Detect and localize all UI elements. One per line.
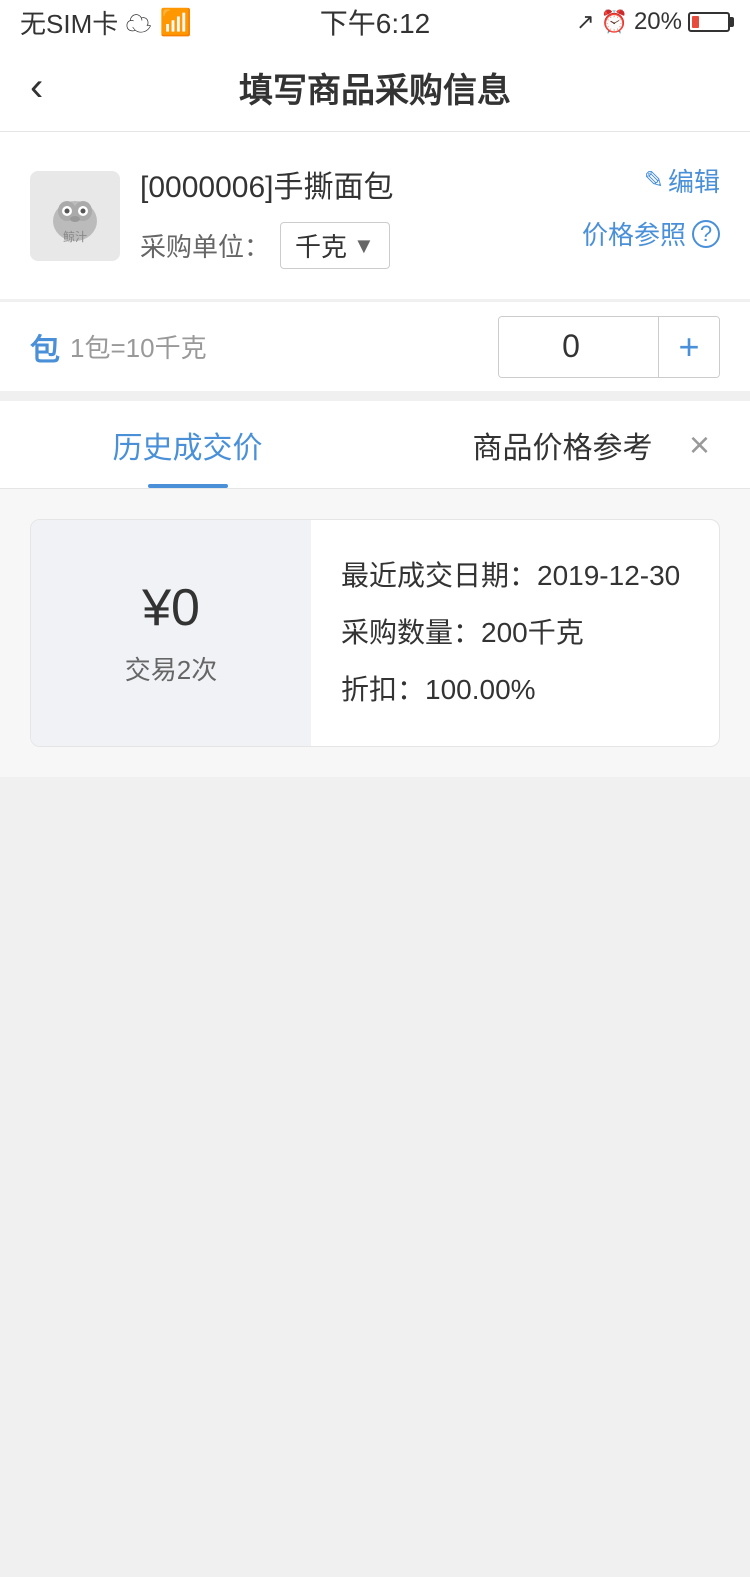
tab-price-reference-label: 商品价格参考 [473,423,653,467]
battery-icon [688,12,730,32]
status-bar-time: 下午6:12 [320,2,431,42]
price-reference-button[interactable]: 价格参照 ? [582,215,720,252]
tab-close-button[interactable]: × [679,414,720,476]
tab-active-indicator [148,484,228,488]
edit-icon: ✎ [644,166,664,195]
unit-label: 采购单位： [140,227,270,264]
date-label: 最近成交日期： [341,560,537,591]
price-value: 0 [171,579,200,637]
product-card: 鲸汁 [0000006]手撕面包 采购单位： 千克 ▼ ✎ 编辑 [0,132,750,299]
qty-label: 采购数量： [341,617,481,648]
bag-conversion-text: 1包=10千克 [70,328,207,365]
battery-percent: 20% [634,8,682,36]
status-bar: 无SIM卡 ☁ 📶 下午6:12 ↗ ⏰ 20% [0,0,750,44]
discount-label: 折扣： [341,674,425,705]
quantity-input[interactable] [499,317,659,377]
tab-history-price[interactable]: 历史成交价 [0,401,375,488]
date-value: 2019-12-30 [537,560,680,591]
price-card: ¥0 交易2次 最近成交日期：2019-12-30 采购数量：200千克 折扣：… [30,519,720,747]
product-name: [0000006]手撕面包 [140,162,393,206]
product-thumbnail: 鲸汁 [30,171,120,261]
purchase-qty-row: 采购数量：200千克 [341,613,689,652]
product-left: 鲸汁 [0000006]手撕面包 采购单位： 千克 ▼ [30,162,393,269]
quantity-section: 包 1包=10千克 + [0,301,750,391]
alarm-icon: ⏰ [601,9,628,35]
tabs-header: 历史成交价 商品价格参考 × [0,401,750,489]
qty-value: 200千克 [481,617,584,648]
back-button[interactable]: ‹ [20,55,53,120]
main-background [0,777,750,1577]
unit-value: 千克 [295,227,347,264]
product-logo-icon: 鲸汁 [40,181,110,251]
product-top-row: 鲸汁 [0000006]手撕面包 采购单位： 千克 ▼ ✎ 编辑 [30,162,720,269]
edit-button[interactable]: ✎ 编辑 [644,162,720,199]
svg-text:鲸汁: 鲸汁 [63,229,87,244]
tab-history-price-label: 历史成交价 [113,423,263,467]
price-card-right: 最近成交日期：2019-12-30 采购数量：200千克 折扣：100.00% [311,520,719,746]
product-info: [0000006]手撕面包 采购单位： 千克 ▼ [140,162,393,269]
history-price-content: ¥0 交易2次 最近成交日期：2019-12-30 采购数量：200千克 折扣：… [0,489,750,777]
product-unit-row: 采购单位： 千克 ▼ [140,222,393,269]
discount-value: 100.00% [425,674,536,705]
help-icon: ? [692,220,720,248]
wifi-icon: 📶 [159,7,191,38]
quantity-controls: + [498,316,720,378]
quantity-plus-button[interactable]: + [659,317,719,377]
unit-select-button[interactable]: 千克 ▼ [280,222,390,269]
discount-row: 折扣：100.00% [341,670,689,709]
tabs-section: 历史成交价 商品价格参考 × ¥0 交易2次 最近成交日期：2019-12-30… [0,401,750,777]
currency-symbol: ¥ [142,579,171,637]
price-card-left: ¥0 交易2次 [31,520,311,746]
location-icon: ↗ [576,9,594,35]
carrier-text: 无SIM卡 ☁ [20,4,151,41]
transaction-date-row: 最近成交日期：2019-12-30 [341,556,689,595]
price-amount: ¥0 [142,578,200,638]
status-bar-left: 无SIM卡 ☁ 📶 [20,4,192,41]
unit-dropdown-icon: ▼ [353,233,375,259]
price-ref-label: 价格参照 [582,215,686,252]
edit-label: 编辑 [668,162,720,199]
bag-unit-label: 包 [30,325,60,369]
price-trades: 交易2次 [125,650,217,687]
page-title: 填写商品采购信息 [239,63,511,112]
quantity-unit-info: 包 1包=10千克 [30,325,207,369]
nav-bar: ‹ 填写商品采购信息 [0,44,750,132]
status-bar-right: ↗ ⏰ 20% [576,8,730,36]
